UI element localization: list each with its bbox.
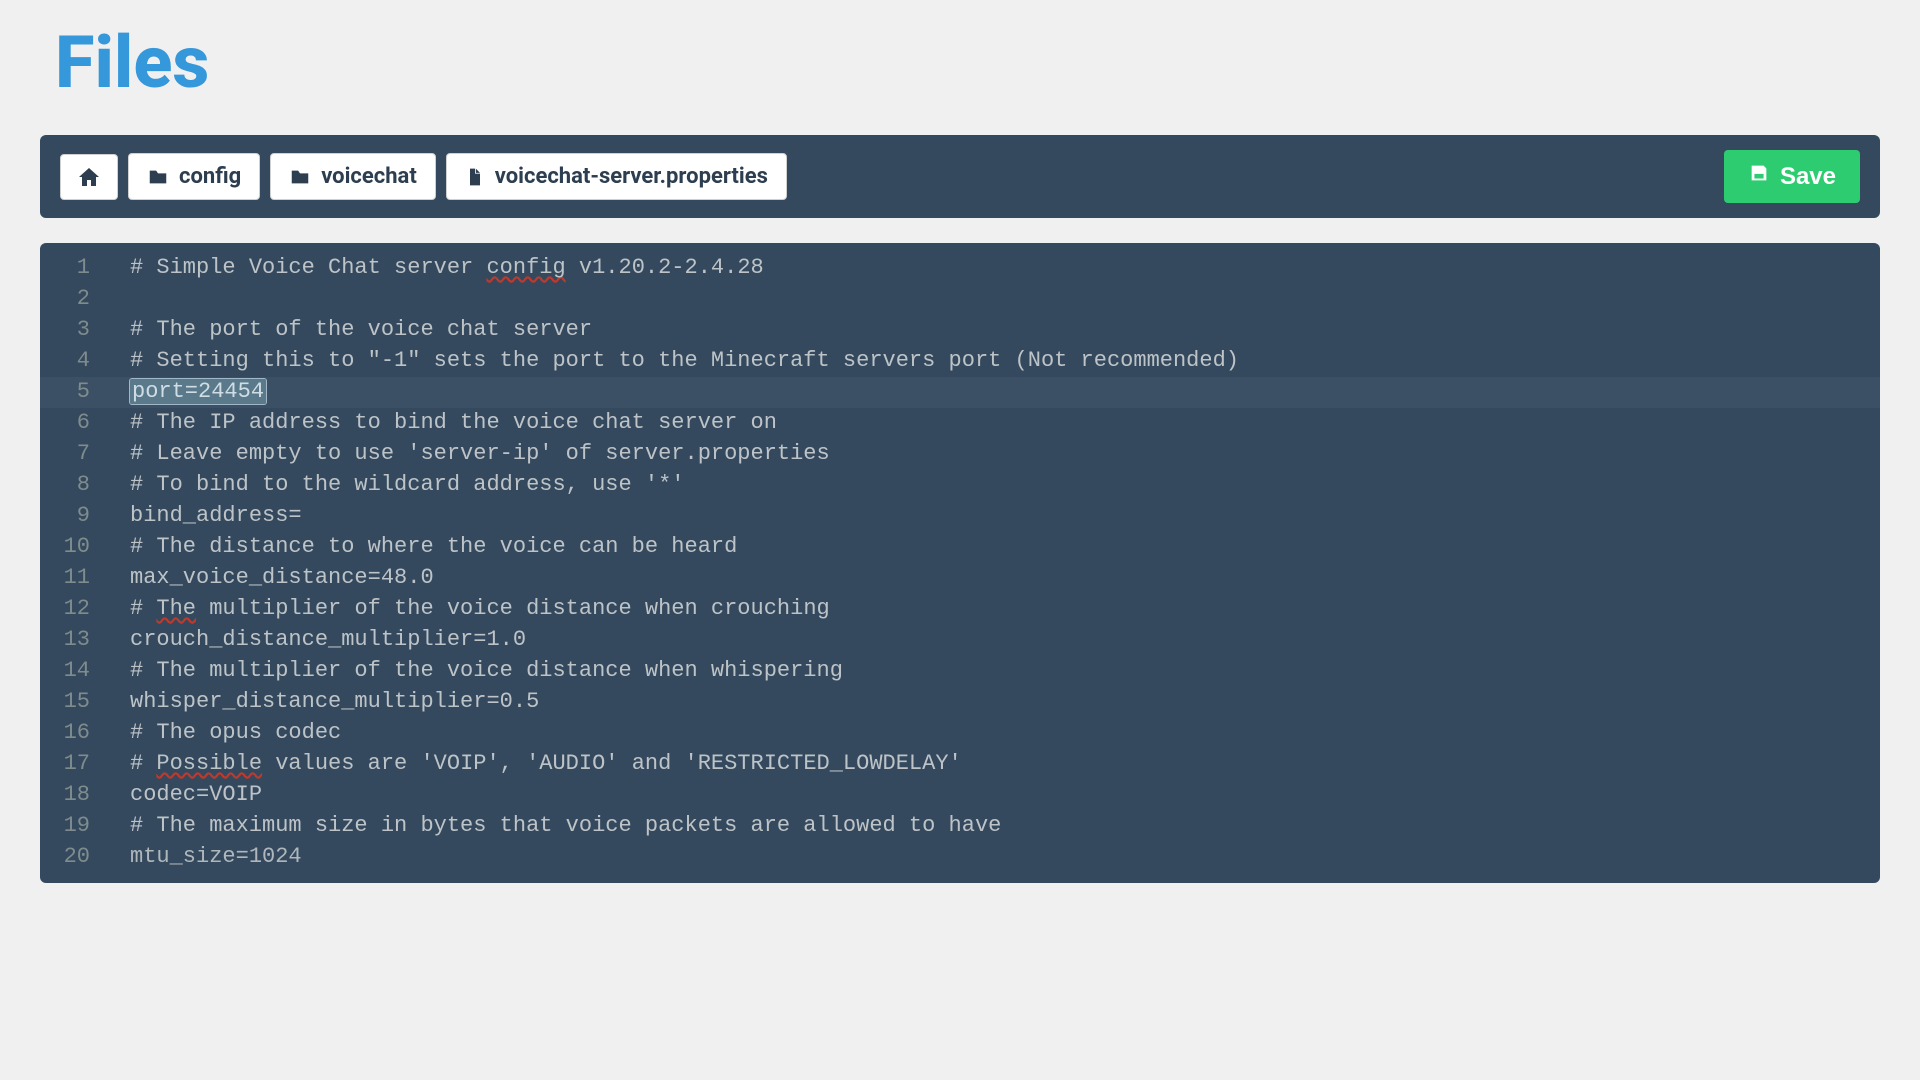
breadcrumb-label: voicechat-server.properties [495,164,768,189]
line-number: 17 [40,749,130,780]
save-icon [1748,162,1770,191]
selected-text[interactable]: port=24454 [130,379,266,404]
line-number: 7 [40,439,130,470]
line-text[interactable]: # To bind to the wildcard address, use '… [130,470,1880,501]
code-line[interactable]: 19# The maximum size in bytes that voice… [40,811,1880,842]
line-text[interactable]: # The multiplier of the voice distance w… [130,656,1880,687]
code-line[interactable]: 10# The distance to where the voice can … [40,532,1880,563]
line-text[interactable]: # The IP address to bind the voice chat … [130,408,1880,439]
breadcrumb-file-current[interactable]: voicechat-server.properties [446,153,787,200]
line-text[interactable]: max_voice_distance=48.0 [130,563,1880,594]
code-line[interactable]: 6# The IP address to bind the voice chat… [40,408,1880,439]
breadcrumb-label: config [179,164,241,189]
line-number: 12 [40,594,130,625]
line-number: 13 [40,625,130,656]
line-number: 6 [40,408,130,439]
code-line[interactable]: 3# The port of the voice chat server [40,315,1880,346]
code-line[interactable]: 7# Leave empty to use 'server-ip' of ser… [40,439,1880,470]
line-number: 11 [40,563,130,594]
line-text[interactable]: crouch_distance_multiplier=1.0 [130,625,1880,656]
code-line[interactable]: 13crouch_distance_multiplier=1.0 [40,625,1880,656]
save-button[interactable]: Save [1724,150,1860,203]
line-text[interactable]: whisper_distance_multiplier=0.5 [130,687,1880,718]
breadcrumb-folder-voicechat[interactable]: voicechat [270,153,436,200]
line-number: 8 [40,470,130,501]
code-line[interactable]: 17# Possible values are 'VOIP', 'AUDIO' … [40,749,1880,780]
line-text[interactable]: # Simple Voice Chat server config v1.20.… [130,253,1880,284]
code-line[interactable]: 5port=24454 [40,377,1880,408]
line-number: 1 [40,253,130,284]
line-number: 3 [40,315,130,346]
line-number: 16 [40,718,130,749]
code-line[interactable]: 2 [40,284,1880,315]
line-text[interactable]: # Setting this to "-1" sets the port to … [130,346,1880,377]
line-number: 18 [40,780,130,811]
line-number: 9 [40,501,130,532]
folder-icon [147,166,169,188]
code-line[interactable]: 1# Simple Voice Chat server config v1.20… [40,253,1880,284]
line-number: 5 [40,377,130,408]
file-icon [465,166,485,188]
line-text[interactable]: # The maximum size in bytes that voice p… [130,811,1880,842]
line-number: 10 [40,532,130,563]
code-line[interactable]: 15whisper_distance_multiplier=0.5 [40,687,1880,718]
code-line[interactable]: 11max_voice_distance=48.0 [40,563,1880,594]
line-number: 15 [40,687,130,718]
spellcheck-word: config [486,255,565,280]
code-line[interactable]: 18codec=VOIP [40,780,1880,811]
code-line[interactable]: 12# The multiplier of the voice distance… [40,594,1880,625]
breadcrumb-toolbar: config voicechat voicechat-server.proper… [40,135,1880,218]
breadcrumb-folder-config[interactable]: config [128,153,260,200]
page-title: Files [55,20,1880,105]
code-line[interactable]: 9bind_address= [40,501,1880,532]
line-text[interactable]: # The opus codec [130,718,1880,749]
code-line[interactable]: 8# To bind to the wildcard address, use … [40,470,1880,501]
line-text[interactable]: # Leave empty to use 'server-ip' of serv… [130,439,1880,470]
line-text[interactable]: # The multiplier of the voice distance w… [130,594,1880,625]
spellcheck-word: The [156,596,196,621]
breadcrumb-label: voicechat [321,164,417,189]
line-number: 20 [40,842,130,873]
line-text[interactable]: # The distance to where the voice can be… [130,532,1880,563]
line-number: 2 [40,284,130,315]
code-line[interactable]: 20mtu_size=1024 [40,842,1880,873]
code-editor[interactable]: 1# Simple Voice Chat server config v1.20… [40,243,1880,883]
code-line[interactable]: 4# Setting this to "-1" sets the port to… [40,346,1880,377]
folder-icon [289,166,311,188]
line-number: 14 [40,656,130,687]
line-text[interactable]: # The port of the voice chat server [130,315,1880,346]
code-line[interactable]: 16# The opus codec [40,718,1880,749]
line-text[interactable]: # Possible values are 'VOIP', 'AUDIO' an… [130,749,1880,780]
line-text[interactable]: bind_address= [130,501,1880,532]
line-text[interactable]: port=24454 [130,377,1880,408]
line-number: 19 [40,811,130,842]
editor-content[interactable]: 1# Simple Voice Chat server config v1.20… [40,253,1880,873]
line-number: 4 [40,346,130,377]
code-line[interactable]: 14# The multiplier of the voice distance… [40,656,1880,687]
spellcheck-word: Possible [156,751,262,776]
save-button-label: Save [1780,163,1836,191]
line-text[interactable]: mtu_size=1024 [130,842,1880,873]
line-text[interactable]: codec=VOIP [130,780,1880,811]
home-icon [77,165,101,189]
breadcrumb-home[interactable] [60,154,118,200]
